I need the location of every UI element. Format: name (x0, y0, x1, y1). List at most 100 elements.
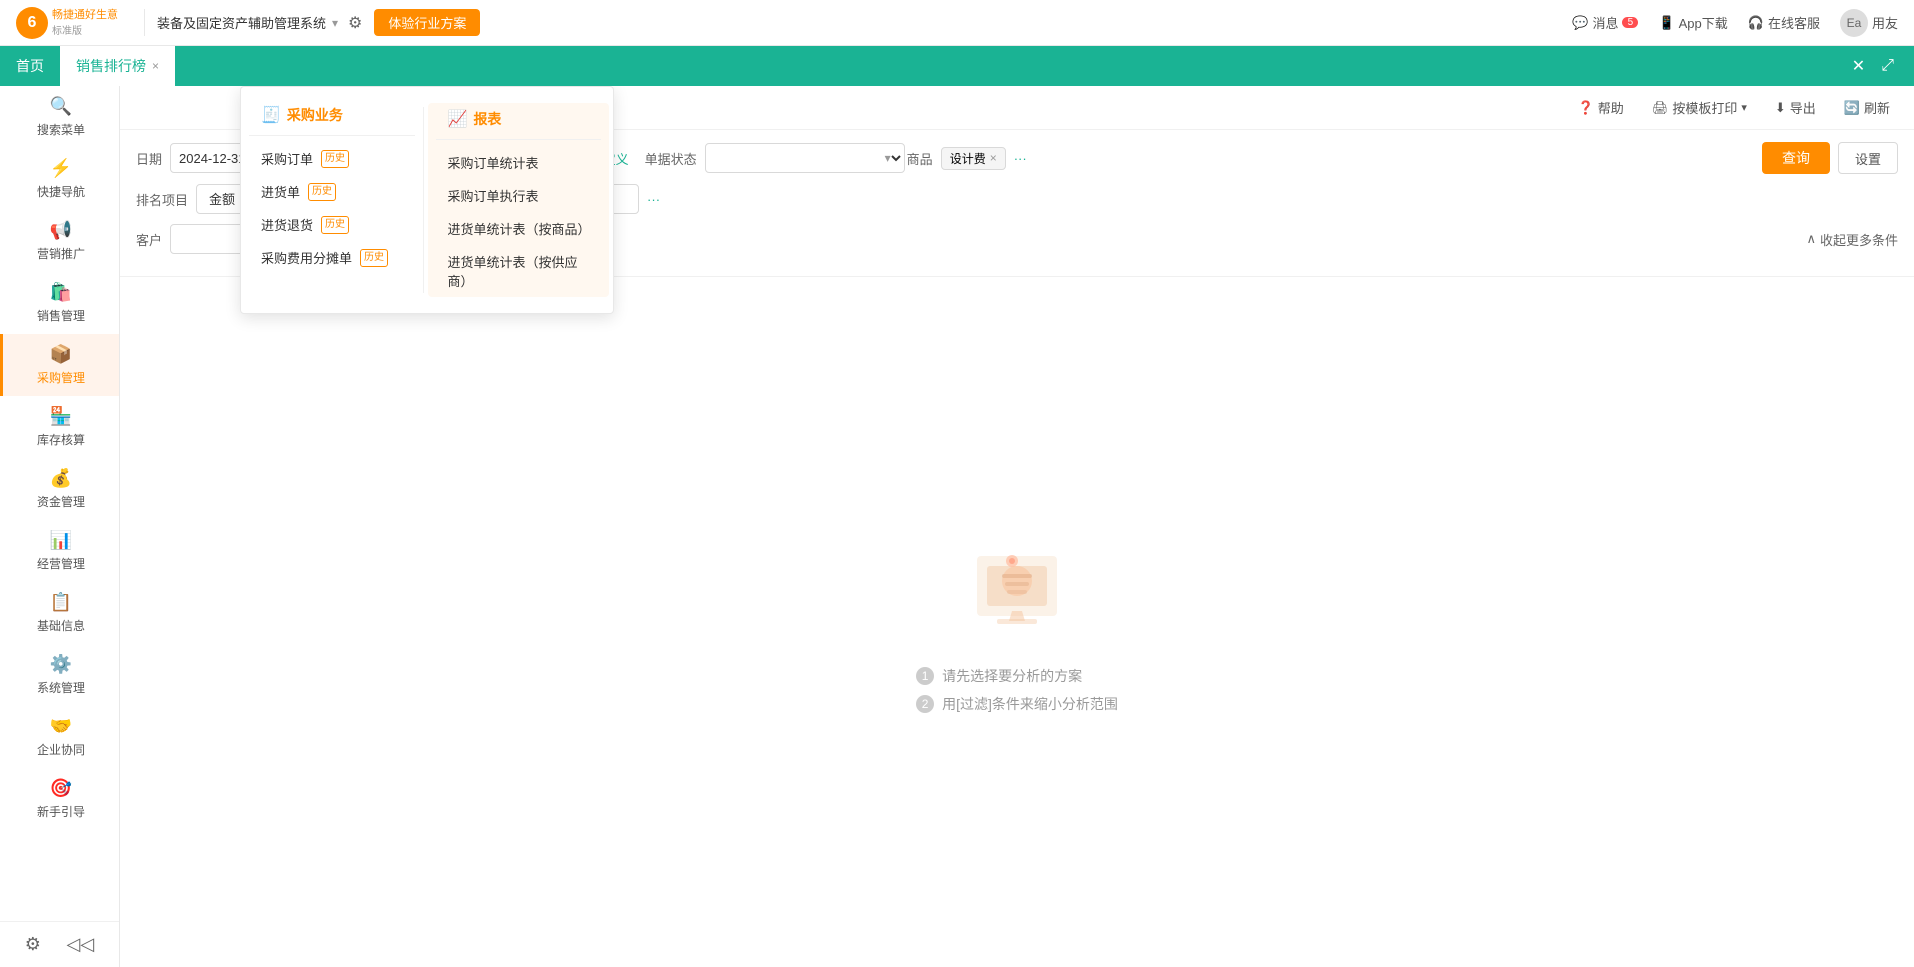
salesperson-more[interactable]: ··· (647, 192, 660, 207)
guide-icon: 🎯 (50, 778, 72, 799)
quick-nav-icon: ⚡ (50, 158, 72, 179)
marketing-icon: 📢 (50, 220, 72, 241)
collapse-icon: ∧ (1806, 231, 1816, 247)
export-btn[interactable]: ⬇ 导出 (1767, 94, 1824, 121)
tab-right-icons: ✕ ⤢ (1848, 52, 1914, 80)
title-dropdown-icon[interactable]: ▾ (332, 16, 338, 30)
menu-item-po-exec[interactable]: 采购订单执行表 (436, 179, 602, 212)
sidebar-item-search[interactable]: 🔍 搜索菜单 (0, 86, 119, 148)
sidebar-item-quick-nav[interactable]: ⚡ 快捷导航 (0, 148, 119, 210)
report-title-icon: 📈 (448, 109, 468, 129)
purchase-business-title: 🧾 采购业务 (249, 99, 415, 136)
settings-icon[interactable]: ⚙ (348, 13, 362, 33)
logo-icon: 6 (16, 7, 48, 39)
print-btn[interactable]: 🖨 按模板打印 ▾ (1644, 94, 1755, 121)
sidebar-item-finance[interactable]: 💰 资金管理 (0, 458, 119, 520)
settings-button[interactable]: 设置 (1838, 142, 1898, 174)
product-more[interactable]: ··· (1014, 151, 1027, 166)
empty-hints: 1 请先选择要分析的方案 2 用[过滤]条件来缩小分析范围 (916, 662, 1118, 718)
document-status-filter: 单据状态 ▾ (645, 143, 891, 173)
sidebar-item-marketing[interactable]: 📢 营销推广 (0, 210, 119, 272)
refresh-btn[interactable]: 🔄 刷新 (1836, 94, 1898, 121)
tab-sales-rank[interactable]: 销售排行榜 × (60, 46, 175, 86)
system-icon: ⚙️ (50, 654, 72, 675)
product-filter: 商品 设计费 × ··· (907, 147, 1027, 170)
phone-icon: 📱 (1658, 15, 1674, 31)
search-icon: 🔍 (50, 96, 72, 117)
purchase-title-icon: 🧾 (261, 105, 281, 125)
menu-col-purchase: 🧾 采购业务 采购订单 历史 进货单 历史 进货退货 历史 采购费用分摊单 (241, 99, 423, 301)
top-header: 6 畅捷通好生意 标准版 装备及固定资产辅助管理系统 ▾ ⚙ 体验行业方案 💬 … (0, 0, 1914, 46)
help-btn[interactable]: ❓ 帮助 (1570, 94, 1632, 121)
content-area: 🧾 采购业务 采购订单 历史 进货单 历史 进货退货 历史 采购费用分摊单 (120, 86, 1914, 967)
report-title: 📈 报表 (436, 103, 602, 140)
sidebar-item-purchase[interactable]: 📦 采购管理 (0, 334, 119, 396)
tab-close-icon[interactable]: × (152, 59, 159, 73)
message-action[interactable]: 💬 消息 5 (1572, 13, 1638, 32)
sidebar-item-base-info[interactable]: 📋 基础信息 (0, 582, 119, 644)
avatar: Ea (1840, 9, 1868, 37)
hint2-num: 2 (916, 695, 934, 713)
refresh-icon: 🔄 (1844, 100, 1860, 116)
main-layout: 🔍 搜索菜单 ⚡ 快捷导航 📢 营销推广 🛍️ 销售管理 📦 采购管理 🏪 库存… (0, 86, 1914, 967)
menu-col-report: 📈 报表 采购订单统计表 采购订单执行表 进货单统计表（按商品） 进货单统计表（… (428, 103, 610, 297)
export-icon: ⬇ (1775, 100, 1786, 116)
menu-item-receipt-by-supplier[interactable]: 进货单统计表（按供应商） (436, 245, 602, 297)
print-icon: 🖨 (1652, 100, 1669, 116)
purchase-dropdown-menu: 🧾 采购业务 采购订单 历史 进货单 历史 进货退货 历史 采购费用分摊单 (240, 86, 614, 314)
system-title-area: 装备及固定资产辅助管理系统 ▾ ⚙ 体验行业方案 (144, 9, 480, 36)
online-service-action[interactable]: 🎧 在线客服 (1748, 13, 1820, 32)
message-icon: 💬 (1572, 15, 1588, 31)
sales-icon: 🛍️ (50, 282, 72, 303)
sidebar-item-operations[interactable]: 📊 经营管理 (0, 520, 119, 582)
operations-icon: 📊 (50, 530, 72, 551)
sidebar-item-guide[interactable]: 🎯 新手引导 (0, 768, 119, 830)
empty-hint-1: 1 请先选择要分析的方案 (916, 662, 1118, 690)
menu-divider (423, 107, 424, 293)
system-title: 装备及固定资产辅助管理系统 (157, 13, 326, 32)
header-right: 💬 消息 5 📱 App下载 🎧 在线客服 Ea 用友 (1572, 9, 1898, 37)
help-icon: ❓ (1578, 100, 1594, 116)
sidebar-item-sales[interactable]: 🛍️ 销售管理 (0, 272, 119, 334)
product-tag: 设计费 × (941, 147, 1006, 170)
user-action[interactable]: Ea 用友 (1840, 9, 1898, 37)
menu-item-goods-receipt[interactable]: 进货单 历史 (249, 175, 415, 208)
tab-bar: 首页 销售排行榜 × ✕ ⤢ (0, 46, 1914, 86)
collapse-sidebar-icon[interactable]: ◁◁ (67, 934, 95, 955)
inventory-icon: 🏪 (50, 406, 72, 427)
industry-btn[interactable]: 体验行业方案 (374, 9, 480, 36)
menu-item-purchase-order[interactable]: 采购订单 历史 (249, 142, 415, 175)
action-buttons: 查询 设置 (1762, 142, 1898, 174)
empty-illustration (957, 526, 1077, 646)
sidebar-bottom: ⚙ ◁◁ (0, 921, 119, 967)
hint1-num: 1 (916, 667, 934, 685)
purchase-icon: 📦 (50, 344, 72, 365)
sidebar-item-inventory[interactable]: 🏪 库存核算 (0, 396, 119, 458)
logo-text: 畅捷通好生意 标准版 (52, 8, 118, 37)
product-tag-close[interactable]: × (990, 151, 997, 165)
settings-bottom-icon[interactable]: ⚙ (25, 934, 41, 955)
headset-icon: 🎧 (1748, 15, 1764, 31)
menu-item-purchase-fee[interactable]: 采购费用分摊单 历史 (249, 241, 415, 274)
collapse-area: ∧ 收起更多条件 (1806, 230, 1898, 249)
sidebar-item-system[interactable]: ⚙️ 系统管理 (0, 644, 119, 706)
menu-item-receipt-by-product[interactable]: 进货单统计表（按商品） (436, 212, 602, 245)
collapse-btn[interactable]: ∧ 收起更多条件 (1806, 230, 1898, 249)
tab-maximize-btn[interactable]: ⤢ (1877, 53, 1898, 79)
logo-area: 6 畅捷通好生意 标准版 (16, 7, 136, 39)
sidebar-item-enterprise[interactable]: 🤝 企业协同 (0, 706, 119, 768)
enterprise-icon: 🤝 (50, 716, 72, 737)
finance-icon: 💰 (50, 468, 72, 489)
document-status-select[interactable] (705, 143, 905, 173)
tab-home[interactable]: 首页 (0, 46, 60, 86)
menu-item-po-stats[interactable]: 采购订单统计表 (436, 146, 602, 179)
empty-hint-2: 2 用[过滤]条件来缩小分析范围 (916, 690, 1118, 718)
sidebar: 🔍 搜索菜单 ⚡ 快捷导航 📢 营销推广 🛍️ 销售管理 📦 采购管理 🏪 库存… (0, 86, 120, 967)
app-download-action[interactable]: 📱 App下载 (1658, 13, 1727, 32)
base-info-icon: 📋 (50, 592, 72, 613)
query-button[interactable]: 查询 (1762, 142, 1830, 174)
empty-state: 1 请先选择要分析的方案 2 用[过滤]条件来缩小分析范围 (120, 277, 1914, 967)
print-dropdown-icon: ▾ (1741, 101, 1747, 114)
tab-close-btn[interactable]: ✕ (1848, 52, 1869, 80)
menu-item-goods-return[interactable]: 进货退货 历史 (249, 208, 415, 241)
